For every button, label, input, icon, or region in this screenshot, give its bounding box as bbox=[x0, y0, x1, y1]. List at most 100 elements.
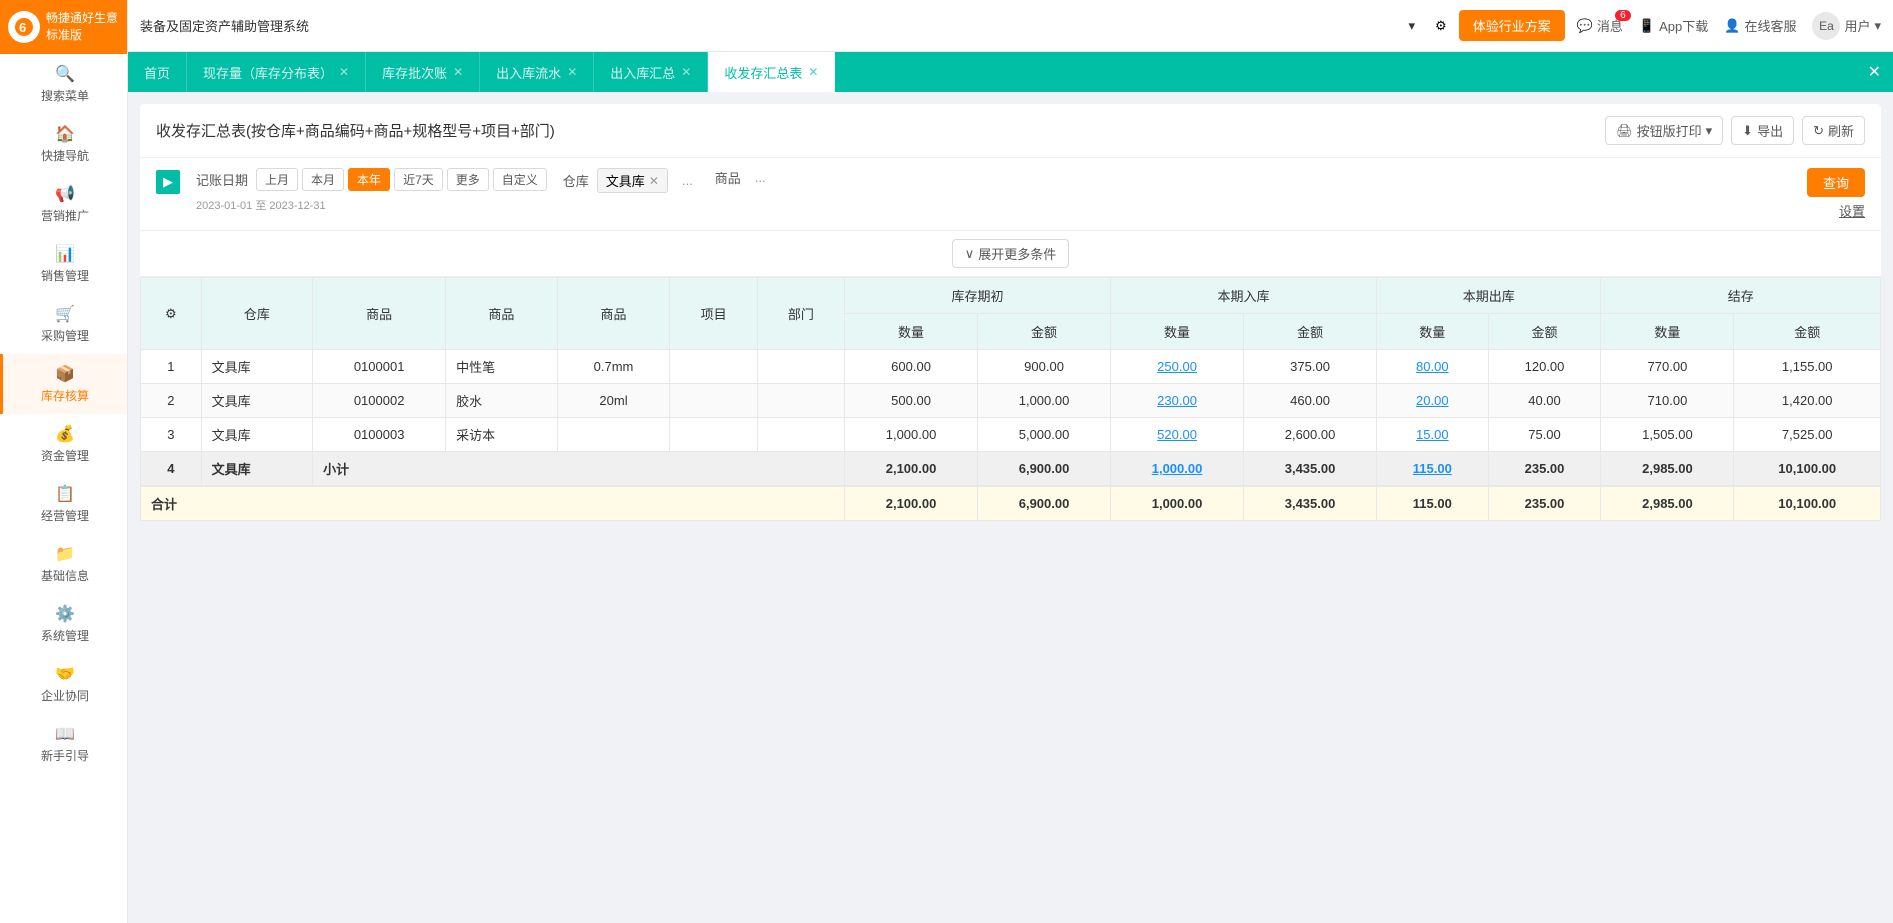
message-badge: 6 bbox=[1615, 10, 1631, 21]
tab-inventory-dist-close[interactable]: ✕ bbox=[339, 65, 349, 79]
sidebar-item-system[interactable]: ⚙️ 系统管理 bbox=[0, 594, 127, 654]
sidebar-label-quick-nav: 快捷导航 bbox=[41, 147, 89, 164]
cell-seq: 1 bbox=[141, 350, 202, 384]
warehouse-ellipsis[interactable]: ... bbox=[676, 171, 699, 190]
app-name: 畅捷通好生意 bbox=[46, 10, 118, 27]
date-btn-this-year[interactable]: 本年 bbox=[348, 168, 390, 191]
sidebar-item-quick-nav[interactable]: 🏠 快捷导航 bbox=[0, 114, 127, 174]
cell-in-qty[interactable]: 520.00 bbox=[1111, 418, 1244, 452]
warehouse-filter-label: 仓库 bbox=[563, 171, 589, 190]
date-btn-more[interactable]: 更多 bbox=[447, 168, 489, 191]
cell-open-qty: 1,000.00 bbox=[845, 418, 978, 452]
print-btn[interactable]: 🖨 按钮版打印 ▾ bbox=[1605, 116, 1723, 145]
sidebar-item-base-info[interactable]: 📁 基础信息 bbox=[0, 534, 127, 594]
refresh-btn[interactable]: ↻ 刷新 bbox=[1802, 116, 1865, 145]
close-all-tabs[interactable]: ✕ bbox=[1856, 62, 1893, 82]
tab-receipt-summary[interactable]: 收发存汇总表 ✕ bbox=[708, 52, 835, 92]
sidebar-item-finance[interactable]: 💰 资金管理 bbox=[0, 414, 127, 474]
cell-out-amt: 40.00 bbox=[1488, 384, 1601, 418]
export-btn[interactable]: ⬇ 导出 bbox=[1731, 116, 1794, 145]
sidebar-logo: 6 畅捷通好生意 标准版 bbox=[0, 0, 127, 54]
filter-collapse-btn[interactable]: ▶ bbox=[156, 170, 180, 194]
date-btn-last-month[interactable]: 上月 bbox=[256, 168, 298, 191]
tab-batch-ledger[interactable]: 库存批次账 ✕ bbox=[366, 52, 480, 92]
sidebar-label-finance: 资金管理 bbox=[41, 447, 89, 464]
tab-home[interactable]: 首页 bbox=[128, 52, 187, 92]
system-title: 装备及固定资产辅助管理系统 bbox=[140, 16, 1397, 35]
settings-link[interactable]: 设置 bbox=[1839, 201, 1865, 220]
cell-close-qty: 770.00 bbox=[1601, 350, 1734, 384]
sidebar-item-guide[interactable]: 📖 新手引导 bbox=[0, 714, 127, 774]
cell-goods-name: 胶水 bbox=[446, 384, 557, 418]
subtotal-in-amt: 3,435.00 bbox=[1244, 452, 1377, 487]
tab-inout-flow-close[interactable]: ✕ bbox=[567, 65, 577, 79]
settings-btn[interactable]: ⚙ bbox=[1435, 18, 1447, 34]
cell-in-qty[interactable]: 250.00 bbox=[1111, 350, 1244, 384]
tab-batch-ledger-close[interactable]: ✕ bbox=[453, 65, 463, 79]
inventory-icon: 📦 bbox=[55, 364, 75, 384]
date-filter-row: 记账日期 上月 本月 本年 近7天 更多 自定义 bbox=[196, 168, 547, 191]
sidebar-label-base-info: 基础信息 bbox=[41, 567, 89, 584]
trial-btn[interactable]: 体验行业方案 bbox=[1459, 10, 1565, 41]
sidebar-item-operations[interactable]: 📋 经营管理 bbox=[0, 474, 127, 534]
finance-icon: 💰 bbox=[55, 424, 75, 444]
tab-inout-summary-close[interactable]: ✕ bbox=[681, 65, 691, 79]
user-label: 用户 bbox=[1844, 16, 1870, 35]
total-open-qty: 2,100.00 bbox=[845, 486, 978, 521]
goods-ellipsis[interactable]: ... bbox=[749, 168, 772, 187]
cell-dept bbox=[757, 384, 844, 418]
table-row: 1 文具库 0100001 中性笔 0.7mm 600.00 900.00 25… bbox=[141, 350, 1881, 384]
date-btn-custom[interactable]: 自定义 bbox=[493, 168, 547, 191]
sidebar-item-enterprise[interactable]: 🤝 企业协同 bbox=[0, 654, 127, 714]
total-close-qty: 2,985.00 bbox=[1601, 486, 1734, 521]
online-service-btn[interactable]: 👤 在线客服 bbox=[1724, 16, 1796, 35]
th-out-amt: 金额 bbox=[1488, 314, 1601, 350]
th-dept: 部门 bbox=[757, 278, 844, 350]
app-edition: 标准版 bbox=[46, 27, 118, 44]
date-btn-7days[interactable]: 近7天 bbox=[394, 168, 443, 191]
message-btn[interactable]: 💬 消息 6 bbox=[1577, 16, 1623, 35]
expand-conditions-btn[interactable]: ∨ 展开更多条件 bbox=[952, 239, 1070, 268]
sidebar-item-inventory[interactable]: 📦 库存核算 bbox=[0, 354, 127, 414]
refresh-label: 刷新 bbox=[1828, 121, 1854, 140]
sidebar-item-purchase[interactable]: 🛒 采购管理 bbox=[0, 294, 127, 354]
subtotal-out-qty[interactable]: 115.00 bbox=[1377, 452, 1489, 487]
system-title-dropdown[interactable]: ▾ bbox=[1409, 18, 1416, 34]
sidebar-item-marketing[interactable]: 📢 营销推广 bbox=[0, 174, 127, 234]
cell-close-amt: 1,155.00 bbox=[1734, 350, 1881, 384]
warehouse-tag-close[interactable]: ✕ bbox=[649, 174, 659, 188]
cell-out-qty[interactable]: 20.00 bbox=[1377, 384, 1489, 418]
topbar-actions: 💬 消息 6 📱 App下载 👤 在线客服 Ea 用户 ▾ bbox=[1577, 12, 1881, 40]
sidebar-item-sales[interactable]: 📊 销售管理 bbox=[0, 234, 127, 294]
app-download-btn[interactable]: 📱 App下载 bbox=[1639, 16, 1708, 35]
date-btn-this-month[interactable]: 本月 bbox=[302, 168, 344, 191]
tab-inventory-dist[interactable]: 现存量（库存分布表） ✕ bbox=[187, 52, 366, 92]
gear-icon: ⚙ bbox=[1435, 18, 1447, 33]
cell-out-qty[interactable]: 80.00 bbox=[1377, 350, 1489, 384]
th-in-amt: 金额 bbox=[1244, 314, 1377, 350]
th-closing: 结存 bbox=[1601, 278, 1881, 314]
content-area: 收发存汇总表(按仓库+商品编码+商品+规格型号+项目+部门) 🖨 按钮版打印 ▾… bbox=[128, 92, 1893, 923]
query-button[interactable]: 查询 bbox=[1807, 168, 1865, 197]
cell-dept bbox=[757, 418, 844, 452]
tab-receipt-summary-close[interactable]: ✕ bbox=[808, 65, 818, 79]
cell-out-qty[interactable]: 15.00 bbox=[1377, 418, 1489, 452]
th-settings[interactable]: ⚙ bbox=[141, 278, 202, 350]
th-opening: 库存期初 bbox=[845, 278, 1111, 314]
cell-in-qty[interactable]: 230.00 bbox=[1111, 384, 1244, 418]
warehouse-tag-value: 文具库 bbox=[606, 171, 645, 190]
cell-open-amt: 1,000.00 bbox=[978, 384, 1111, 418]
total-out-amt: 235.00 bbox=[1488, 486, 1601, 521]
cell-out-amt: 75.00 bbox=[1488, 418, 1601, 452]
tab-inout-summary[interactable]: 出入库汇总 ✕ bbox=[594, 52, 708, 92]
th-out-qty: 数量 bbox=[1377, 314, 1489, 350]
user-menu[interactable]: Ea 用户 ▾ bbox=[1812, 12, 1881, 40]
tab-inout-flow[interactable]: 出入库流水 ✕ bbox=[480, 52, 594, 92]
sidebar-label-marketing: 营销推广 bbox=[41, 207, 89, 224]
app-download-label: App下载 bbox=[1659, 16, 1708, 35]
sidebar-label-enterprise: 企业协同 bbox=[41, 687, 89, 704]
sidebar-item-search[interactable]: 🔍 搜索菜单 bbox=[0, 54, 127, 114]
cell-open-amt: 5,000.00 bbox=[978, 418, 1111, 452]
subtotal-in-qty[interactable]: 1,000.00 bbox=[1111, 452, 1244, 487]
subtotal-out-amt: 235.00 bbox=[1488, 452, 1601, 487]
